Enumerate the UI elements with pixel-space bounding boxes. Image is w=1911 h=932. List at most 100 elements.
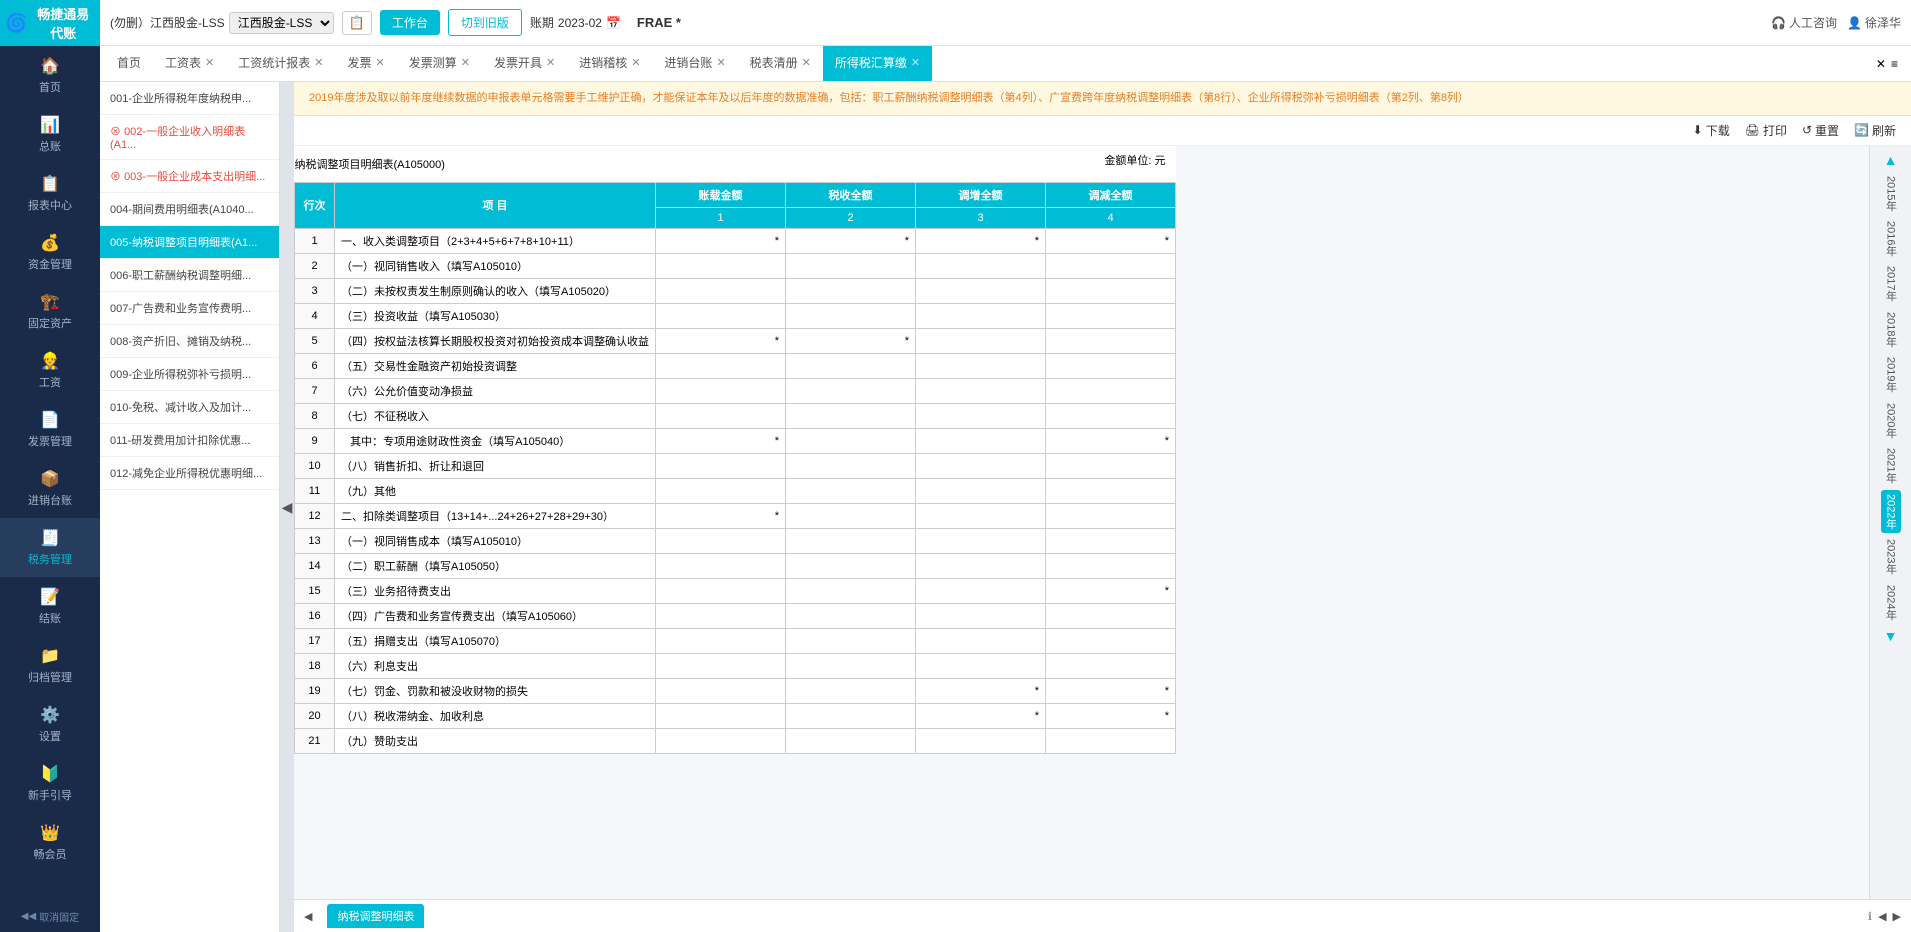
bottom-right-controls: ℹ ◀ ▶ — [1868, 910, 1901, 923]
tab-salary-stats[interactable]: 工资统计报表 ✕ — [226, 46, 335, 81]
headset-icon: 🎧 — [1771, 16, 1786, 30]
sidebar-item-archive[interactable]: 📁 归档管理 — [0, 636, 100, 695]
print-icon: 🖨 — [1745, 123, 1760, 137]
left-panel-item-001[interactable]: 001-企业所得税年度纳税申... — [100, 82, 279, 115]
left-panel-item-003[interactable]: ⊗ 003-一般企业成本支出明细... — [100, 160, 279, 193]
tab-close-icon[interactable]: ✕ — [911, 56, 920, 69]
year-btn-2018[interactable]: 2018年 — [1881, 308, 1901, 351]
left-panel-item-002[interactable]: ⊗ 002-一般企业收入明细表(A1... — [100, 115, 279, 160]
sidebar-item-ledger[interactable]: 📊 总账 — [0, 105, 100, 164]
sidebar-item-stock[interactable]: 📦 进销台账 — [0, 459, 100, 518]
pin-label: 取消固定 — [39, 909, 79, 924]
year-btn-2020[interactable]: 2020年 — [1881, 399, 1901, 442]
logo-icon: 🌀 — [5, 13, 27, 34]
year-btn-2016[interactable]: 2016年 — [1881, 217, 1901, 260]
left-panel-item-011[interactable]: 011-研发费用加计扣除优惠... — [100, 424, 279, 457]
sidebar-item-vip[interactable]: 👑 畅会员 — [0, 813, 100, 872]
tab-salary[interactable]: 工资表 ✕ — [153, 46, 226, 81]
tab-income-tax[interactable]: 所得税汇算缴 ✕ — [823, 46, 932, 81]
sidebar-item-salary[interactable]: 👷 工资 — [0, 341, 100, 400]
col-header-c1: 账载金额 — [656, 182, 786, 207]
sidebar-item-funds[interactable]: 💰 资金管理 — [0, 223, 100, 282]
sidebar-item-label: 首页 — [39, 79, 61, 95]
user-menu[interactable]: 👤 徐泽华 — [1847, 14, 1901, 31]
col-header-c2: 税收全额 — [786, 182, 916, 207]
tab-label: 发票开具 — [494, 54, 542, 71]
year-btn-2022[interactable]: 2022年 — [1881, 490, 1901, 533]
tab-close-icon[interactable]: ✕ — [205, 56, 214, 69]
year-scroll-down[interactable]: ▼ — [1882, 626, 1900, 646]
year-btn-2023[interactable]: 2023年 — [1881, 535, 1901, 578]
tab-tax-forms[interactable]: 税表清册 ✕ — [738, 46, 823, 81]
copy-button[interactable]: 📋 — [342, 11, 372, 35]
close-all-icon[interactable]: ✕ — [1876, 57, 1886, 71]
table-scroll[interactable]: 纳税调整项目明细表(A105000) 金额单位: 元 行次 — [294, 146, 1869, 900]
left-panel-item-008[interactable]: 008-资产折旧、摊销及纳税... — [100, 325, 279, 358]
company-dropdown[interactable]: 江西股金-LSS — [229, 12, 334, 34]
col-header-c4: 调减全额 — [1046, 182, 1176, 207]
tab-close-icon[interactable]: ✕ — [461, 56, 470, 69]
table-row: 21 （九）赞助支出 — [295, 728, 1176, 753]
tab-close-icon[interactable]: ✕ — [802, 56, 811, 69]
table-row: 6 （五）交易性金融资产初始投资调整 — [295, 353, 1176, 378]
tab-close-icon[interactable]: ✕ — [376, 56, 385, 69]
year-scroll-up[interactable]: ▲ — [1882, 150, 1900, 170]
table-row: 13 （一）视同销售成本（填写A105010） — [295, 528, 1176, 553]
oldver-button[interactable]: 切到旧版 — [448, 9, 522, 36]
workbench-button[interactable]: 工作台 — [380, 10, 440, 35]
tab-invoice[interactable]: 发票 ✕ — [335, 46, 396, 81]
left-panel-item-006[interactable]: 006-职工薪酬纳税调整明细... — [100, 259, 279, 292]
year-btn-2019[interactable]: 2019年 — [1881, 353, 1901, 396]
tab-menu-icon[interactable]: ≡ — [1891, 57, 1898, 71]
sidebar-item-home[interactable]: 🏠 首页 — [0, 46, 100, 105]
tab-close-icon[interactable]: ✕ — [631, 56, 640, 69]
sidebar-item-reports[interactable]: 📋 报表中心 — [0, 164, 100, 223]
sidebar-item-label: 归档管理 — [28, 669, 72, 685]
tab-stock-ledger[interactable]: 进销台账 ✕ — [652, 46, 737, 81]
tab-home[interactable]: 首页 — [105, 46, 153, 81]
sidebar-item-tax[interactable]: 🧾 税务管理 — [0, 518, 100, 577]
col-num-3: 3 — [916, 207, 1046, 228]
left-panel-item-004[interactable]: 004-期间费用明细表(A1040... — [100, 193, 279, 226]
year-btn-2021[interactable]: 2021年 — [1881, 444, 1901, 487]
year-btn-2017[interactable]: 2017年 — [1881, 262, 1901, 305]
year-btn-2024[interactable]: 2024年 — [1881, 581, 1901, 624]
sidebar-item-guide[interactable]: 🔰 新手引导 — [0, 754, 100, 813]
bottom-tab-active[interactable]: 纳税调整明细表 — [327, 904, 424, 928]
download-button[interactable]: ⬇ 下载 — [1693, 122, 1730, 139]
sidebar-item-assets[interactable]: 🏗️ 固定资产 — [0, 282, 100, 341]
col-num-4: 4 — [1046, 207, 1176, 228]
left-panel-item-005[interactable]: 005-纳税调整项目明细表(A1... — [100, 226, 279, 259]
print-button[interactable]: 🖨 打印 — [1745, 122, 1787, 139]
assets-icon: 🏗️ — [40, 292, 60, 312]
sidebar-item-invoice[interactable]: 📄 发票管理 — [0, 400, 100, 459]
left-panel-item-007[interactable]: 007-广告费和业务宣传费明... — [100, 292, 279, 325]
sidebar-item-close[interactable]: 📝 结账 — [0, 577, 100, 636]
tab-label: 工资表 — [165, 54, 201, 71]
left-panel-item-009[interactable]: 009-企业所得税弥补亏损明... — [100, 358, 279, 391]
left-panel-item-012[interactable]: 012-减免企业所得税优惠明细... — [100, 457, 279, 490]
scroll-left-table-icon[interactable]: ◀ — [1878, 910, 1886, 923]
tab-invoice-issue[interactable]: 发票开具 ✕ — [482, 46, 567, 81]
sidebar-item-settings[interactable]: ⚙️ 设置 — [0, 695, 100, 754]
tab-close-icon[interactable]: ✕ — [314, 56, 323, 69]
tab-stock-check[interactable]: 进销稽核 ✕ — [567, 46, 652, 81]
left-panel-item-010[interactable]: 010-免税、减计收入及加计... — [100, 391, 279, 424]
sidebar-logo: 🌀 畅捷通易代账 — [0, 0, 100, 46]
reset-button[interactable]: ↺ 重置 — [1802, 122, 1839, 139]
scroll-left-icon[interactable]: ◀ — [304, 910, 312, 923]
funds-icon: 💰 — [40, 233, 60, 253]
tab-close-icon[interactable]: ✕ — [546, 56, 555, 69]
service-button[interactable]: 🎧 人工咨询 — [1771, 14, 1837, 31]
scroll-right-table-icon[interactable]: ▶ — [1893, 910, 1901, 923]
year-btn-2015[interactable]: 2015年 — [1881, 172, 1901, 215]
panel-collapse-toggle[interactable]: ◀ — [280, 82, 294, 932]
sidebar-pin-toggle[interactable]: ◀◀ 取消固定 — [16, 901, 84, 932]
tab-close-icon[interactable]: ✕ — [716, 56, 725, 69]
calendar-icon[interactable]: 📅 — [606, 16, 621, 30]
tab-invoice-calc[interactable]: 发票测算 ✕ — [397, 46, 482, 81]
sidebar-item-label: 税务管理 — [28, 551, 72, 567]
table-row — [295, 174, 1176, 183]
refresh-button[interactable]: 🔄 刷新 — [1854, 122, 1896, 139]
tabsbar-end: ✕ ≡ — [1868, 57, 1906, 71]
